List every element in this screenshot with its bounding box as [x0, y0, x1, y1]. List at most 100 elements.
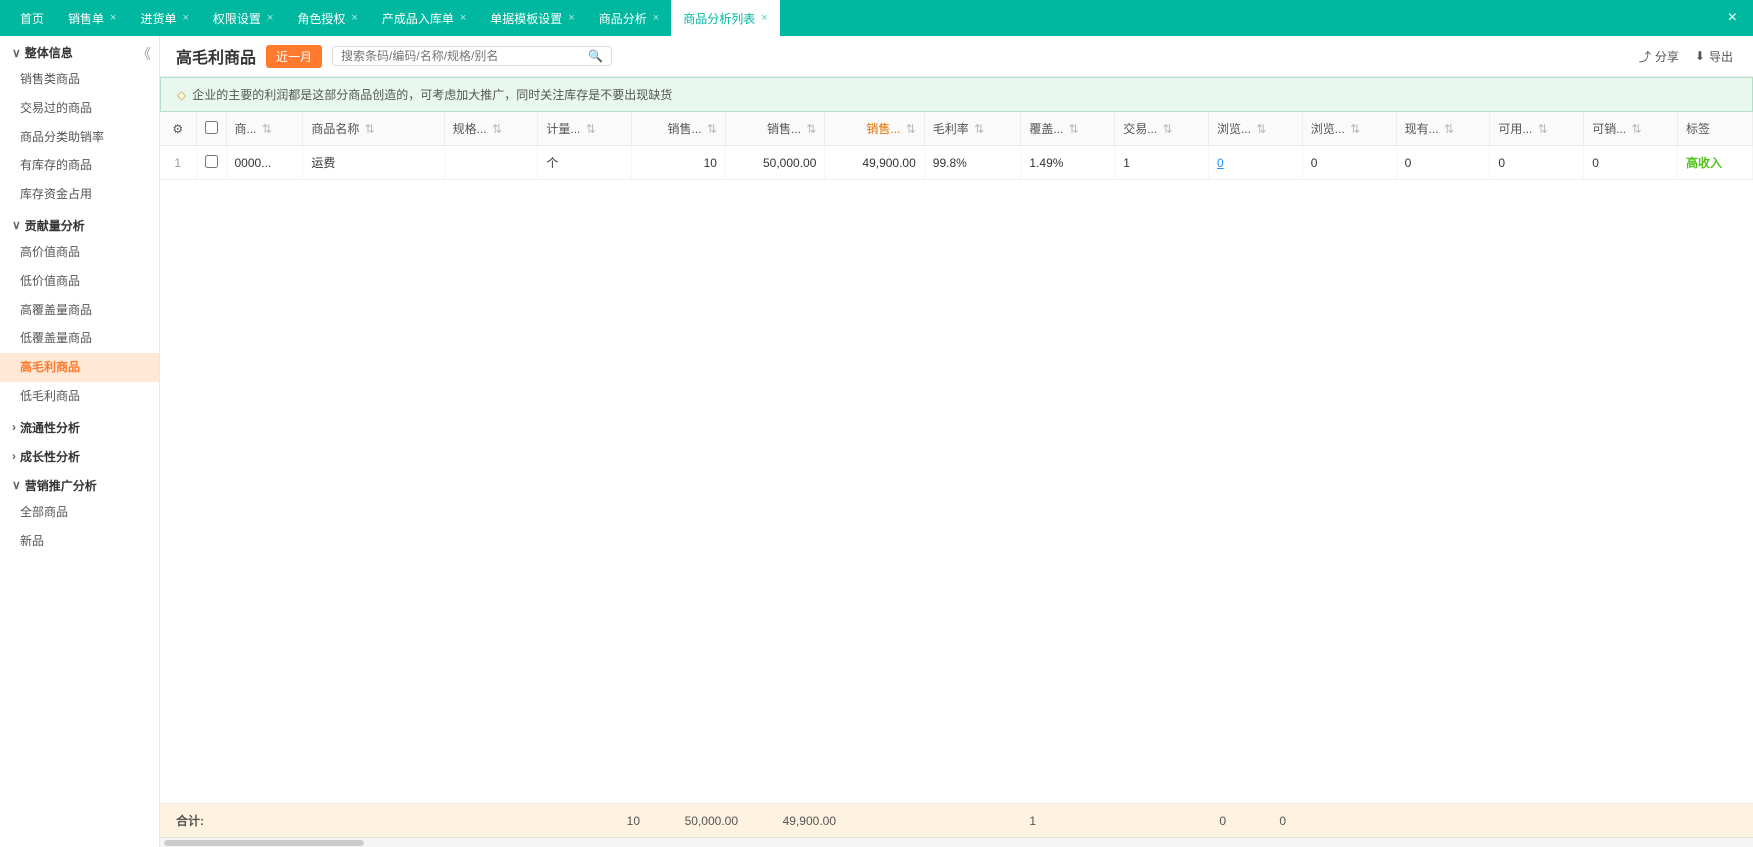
nav-sales-close[interactable]: × [110, 12, 116, 24]
sidebar-group-overview[interactable]: ∨ 整体信息 [0, 36, 159, 65]
row-gross-margin: 99.8% [924, 146, 1021, 180]
sidebar-item-high-margin[interactable]: 高毛利商品 [0, 353, 159, 382]
col-sales-qty-sort: ⇅ [707, 122, 717, 136]
col-browse2-label: 浏览... [1311, 122, 1345, 136]
sidebar-group-liquidity-arrow: › [12, 420, 16, 434]
search-icon[interactable]: 🔍 [588, 49, 603, 63]
sidebar-group-contribution[interactable]: ∨ 贡献量分析 [0, 209, 159, 238]
row-tag: 高收入 [1677, 146, 1752, 180]
row-spec [444, 146, 538, 180]
page-title: 高毛利商品 [176, 44, 256, 68]
sidebar: 《 ∨ 整体信息 销售类商品 交易过的商品 商品分类助销率 有库存的商品 库存资… [0, 36, 160, 847]
nav-sales[interactable]: 销售单× [56, 0, 128, 36]
col-spec[interactable]: 规格... ⇅ [444, 112, 538, 146]
sidebar-item-category-rate[interactable]: 商品分类助销率 [0, 123, 159, 152]
sidebar-item-traded-goods[interactable]: 交易过的商品 [0, 94, 159, 123]
nav-product-analysis[interactable]: 商品分析× [587, 0, 671, 36]
scrollbar-thumb[interactable] [164, 840, 364, 846]
search-input[interactable] [341, 49, 588, 63]
nav-product-analysis-list-close[interactable]: × [761, 12, 767, 24]
nav-purchase-close[interactable]: × [182, 12, 188, 24]
nav-home[interactable]: 首页 [8, 0, 56, 36]
sidebar-item-low-coverage[interactable]: 低覆盖量商品 [0, 324, 159, 353]
nav-template[interactable]: 单据模板设置× [478, 0, 586, 36]
nav-template-close[interactable]: × [568, 12, 574, 24]
col-gross-margin[interactable]: 毛利率 ⇅ [924, 112, 1021, 146]
sidebar-item-high-coverage[interactable]: 高覆盖量商品 [0, 296, 159, 325]
col-sales-qty[interactable]: 销售... ⇅ [632, 112, 726, 146]
footer-available: 0 [1226, 814, 1286, 828]
share-btn[interactable]: ⤴ 分享 [1635, 46, 1683, 67]
sidebar-item-stock-capital[interactable]: 库存资金占用 [0, 180, 159, 209]
col-current-stock[interactable]: 现有... ⇅ [1396, 112, 1490, 146]
col-transactions[interactable]: 交易... ⇅ [1115, 112, 1209, 146]
col-sales-cost[interactable]: 销售... ⇅ [825, 112, 924, 146]
col-browse1[interactable]: 浏览... ⇅ [1209, 112, 1303, 146]
col-browse2[interactable]: 浏览... ⇅ [1302, 112, 1396, 146]
sidebar-group-liquidity-label: 流通性分析 [20, 419, 80, 436]
footer-sales-qty: 10 [580, 814, 640, 828]
col-name-sort: ⇅ [365, 122, 375, 136]
col-sales-cost-sort: ⇅ [906, 122, 916, 136]
col-settings[interactable]: ⚙ [160, 112, 196, 146]
col-gross-margin-sort: ⇅ [974, 122, 984, 136]
col-available[interactable]: 可用... ⇅ [1490, 112, 1584, 146]
sidebar-item-high-value[interactable]: 高价值商品 [0, 238, 159, 267]
col-saleable[interactable]: 可销... ⇅ [1584, 112, 1678, 146]
select-all-checkbox[interactable] [205, 121, 218, 134]
col-spec-sort: ⇅ [492, 122, 502, 136]
nav-product-analysis-close[interactable]: × [653, 12, 659, 24]
product-table: ⚙ 商... ⇅ 商品名称 ⇅ [160, 112, 1753, 180]
sidebar-item-new-goods[interactable]: 新品 [0, 527, 159, 556]
row-name: 运费 [303, 146, 444, 180]
horizontal-scrollbar[interactable] [160, 837, 1753, 847]
sidebar-item-in-stock[interactable]: 有库存的商品 [0, 151, 159, 180]
col-sales-qty-label: 销售... [668, 122, 702, 136]
col-checkbox[interactable] [196, 112, 226, 146]
col-available-label: 可用... [1498, 122, 1532, 136]
nav-roles-close[interactable]: × [351, 12, 357, 24]
settings-icon[interactable]: ⚙ [172, 122, 183, 136]
row-sales-qty: 10 [632, 146, 726, 180]
nav-purchase[interactable]: 进货单× [128, 0, 200, 36]
nav-roles[interactable]: 角色授权× [285, 0, 369, 36]
col-current-stock-label: 现有... [1405, 122, 1439, 136]
col-sales-amount[interactable]: 销售... ⇅ [725, 112, 824, 146]
export-label: 导出 [1709, 48, 1733, 65]
row-browse1-link[interactable]: 0 [1217, 156, 1224, 170]
export-btn[interactable]: ⬇ 导出 [1691, 46, 1737, 67]
sidebar-item-sales-goods[interactable]: 销售类商品 [0, 65, 159, 94]
col-coverage[interactable]: 覆盖... ⇅ [1021, 112, 1115, 146]
row-checkbox-cell[interactable] [196, 146, 226, 180]
row-coverage: 1.49% [1021, 146, 1115, 180]
sidebar-item-all-goods[interactable]: 全部商品 [0, 498, 159, 527]
nav-product-warehouse-close[interactable]: × [460, 12, 466, 24]
nav-product-analysis-list[interactable]: 商品分析列表× [671, 0, 779, 36]
search-box: 🔍 [332, 46, 612, 66]
footer-label: 合计: [176, 812, 204, 829]
filter-period-btn[interactable]: 近一月 [266, 45, 322, 68]
app-close-btn[interactable]: × [1720, 9, 1745, 27]
col-code[interactable]: 商... ⇅ [226, 112, 303, 146]
col-code-label: 商... [235, 122, 257, 136]
nav-permissions-close[interactable]: × [267, 12, 273, 24]
share-label: 分享 [1655, 48, 1679, 65]
row-checkbox[interactable] [205, 155, 218, 168]
col-name[interactable]: 商品名称 ⇅ [303, 112, 444, 146]
footer-transactions: 1 [976, 814, 1036, 828]
sidebar-item-low-margin[interactable]: 低毛利商品 [0, 382, 159, 411]
sidebar-group-growth[interactable]: › 成长性分析 [0, 440, 159, 469]
nav-permissions[interactable]: 权限设置× [201, 0, 285, 36]
col-gross-margin-label: 毛利率 [933, 122, 969, 136]
sidebar-group-marketing[interactable]: ∨ 营销推广分析 [0, 469, 159, 498]
sidebar-group-liquidity[interactable]: › 流通性分析 [0, 411, 159, 440]
table-row: 1 0000... 运费 个 10 50,000.00 49,900.00 99… [160, 146, 1753, 180]
col-sales-cost-label: 销售... [866, 122, 900, 136]
col-unit[interactable]: 计量... ⇅ [538, 112, 632, 146]
sidebar-item-low-value[interactable]: 低价值商品 [0, 267, 159, 296]
row-browse1[interactable]: 0 [1209, 146, 1303, 180]
col-tag[interactable]: 标签 [1677, 112, 1752, 146]
nav-product-warehouse[interactable]: 产成品入库单× [370, 0, 478, 36]
sidebar-collapse-btn[interactable]: 《 [137, 44, 151, 64]
sidebar-group-contribution-arrow: ∨ [12, 218, 21, 232]
